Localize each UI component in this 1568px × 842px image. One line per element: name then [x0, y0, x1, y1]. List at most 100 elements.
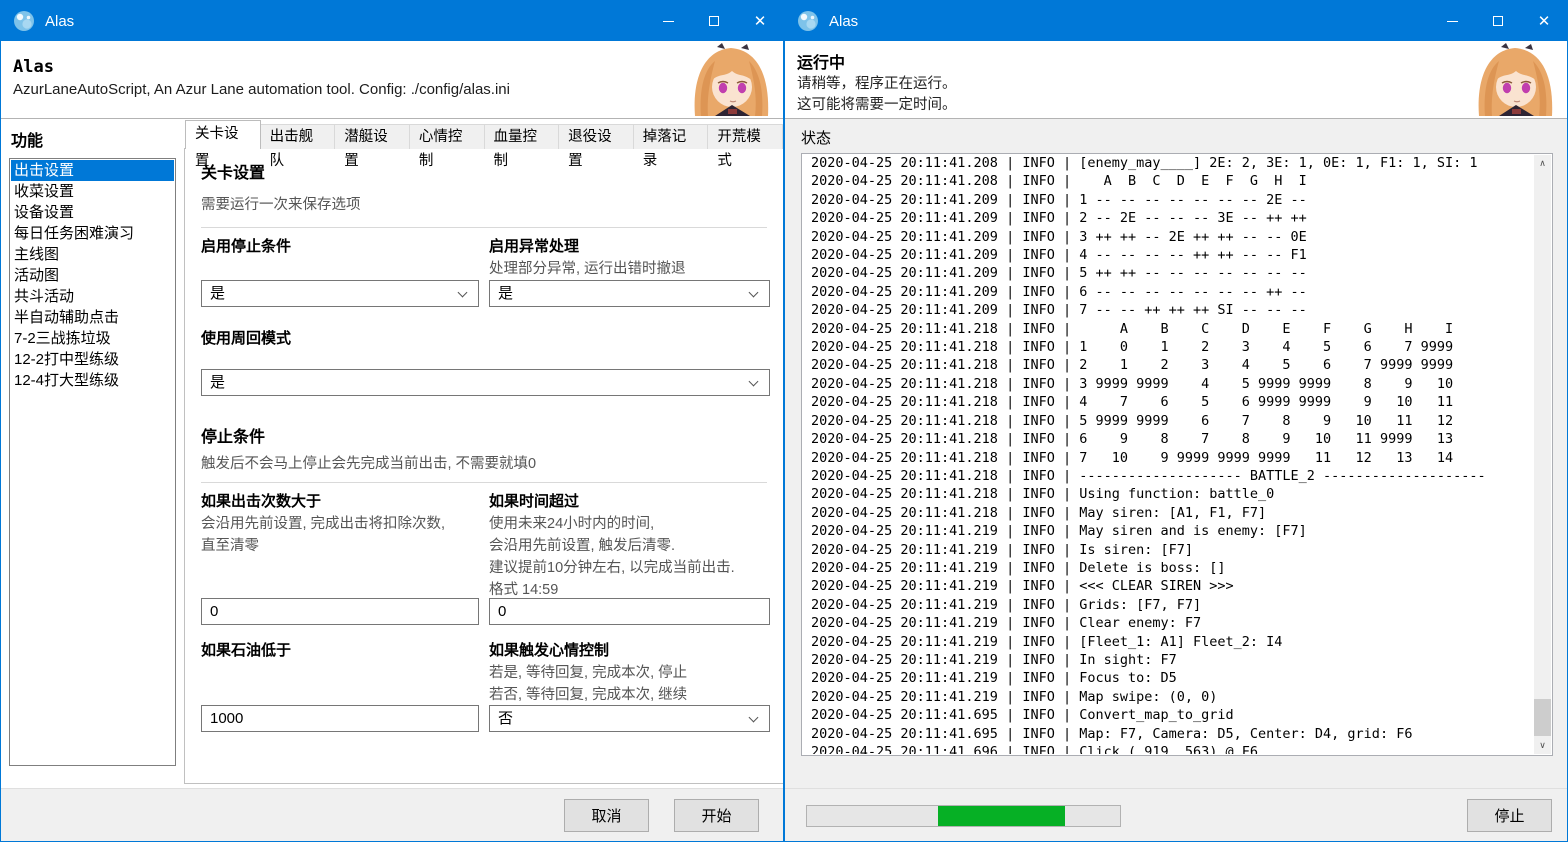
settings-window: Alas ✕ Alas AzurLaneAutoScript, An Azur …: [0, 0, 784, 842]
if-count-input[interactable]: [201, 598, 479, 625]
alas-logo-icon: [12, 9, 36, 33]
if-time-desc: 使用未来24小时内的时间, 会沿用先前设置, 触发后清零. 建议提前10分钟左右…: [489, 513, 770, 601]
maximize-icon: [1493, 16, 1503, 26]
sidebar-item[interactable]: 设备设置: [11, 202, 174, 223]
log-line: 2020-04-25 20:11:41.695 | INFO | Map: F7…: [811, 725, 1534, 743]
log-line: 2020-04-25 20:11:41.208 | INFO | A B C D…: [811, 172, 1534, 190]
close-icon: ✕: [754, 14, 767, 29]
sidebar-item[interactable]: 12-2打中型练级: [11, 349, 174, 370]
log-box: 2020-04-25 20:11:41.208 | INFO | [enemy_…: [801, 153, 1553, 756]
sidebar-item[interactable]: 7-2三战拣垃圾: [11, 328, 174, 349]
cancel-button[interactable]: 取消: [564, 799, 649, 832]
log-line: 2020-04-25 20:11:41.218 | INFO | Using f…: [811, 485, 1534, 503]
sidebar-item[interactable]: 半自动辅助点击: [11, 307, 174, 328]
sidebar-item[interactable]: 12-4打大型练级: [11, 370, 174, 391]
running-title: 运行中: [797, 49, 845, 73]
maximize-icon: [709, 16, 719, 26]
app-title: Alas: [13, 57, 54, 77]
scroll-down-icon[interactable]: ∨: [1534, 737, 1551, 754]
window-title: Alas: [45, 13, 645, 30]
minimize-button[interactable]: [645, 1, 691, 41]
log-line: 2020-04-25 20:11:41.218 | INFO | 6 9 8 7…: [811, 430, 1534, 448]
sidebar-item[interactable]: 共斗活动: [11, 286, 174, 307]
log-line: 2020-04-25 20:11:41.218 | INFO | -------…: [811, 467, 1534, 485]
enable-exception-select[interactable]: 是: [489, 280, 770, 307]
close-icon: ✕: [1538, 14, 1551, 29]
log-line: 2020-04-25 20:11:41.219 | INFO | Map swi…: [811, 688, 1534, 706]
function-list[interactable]: 出击设置收菜设置设备设置每日任务困难演习主线图活动图共斗活动半自动辅助点击7-2…: [9, 158, 176, 766]
tab[interactable]: 血量控制: [484, 124, 560, 149]
panel-subtitle: 需要运行一次来保存选项: [201, 193, 361, 214]
status-label: 状态: [801, 127, 831, 148]
loop-mode-value: 是: [210, 374, 225, 391]
scrollbar-thumb[interactable]: [1534, 699, 1551, 736]
scroll-up-icon[interactable]: ∧: [1534, 155, 1551, 172]
app-header: 运行中 请稍等，程序正在运行。 这可能将需要一定时间。: [785, 41, 1567, 119]
log-line: 2020-04-25 20:11:41.218 | INFO | 1 0 1 2…: [811, 338, 1534, 356]
maximize-button[interactable]: [691, 1, 737, 41]
log-line: 2020-04-25 20:11:41.209 | INFO | 5 ++ ++…: [811, 264, 1534, 282]
log-line: 2020-04-25 20:11:41.219 | INFO | Delete …: [811, 559, 1534, 577]
log-line: 2020-04-25 20:11:41.218 | INFO | A B C D…: [811, 320, 1534, 338]
chevron-down-icon: [749, 713, 759, 723]
log-line: 2020-04-25 20:11:41.218 | INFO | May sir…: [811, 504, 1534, 522]
tab[interactable]: 掉落记录: [633, 124, 709, 149]
log-line: 2020-04-25 20:11:41.218 | INFO | 4 7 6 5…: [811, 393, 1534, 411]
minimize-button[interactable]: [1429, 1, 1475, 41]
if-count-label: 如果出击次数大于: [201, 490, 479, 511]
running-line1: 请稍等，程序正在运行。: [797, 72, 957, 93]
if-time-input[interactable]: [489, 598, 770, 625]
stop-button[interactable]: 停止: [1467, 799, 1552, 832]
log-line: 2020-04-25 20:11:41.209 | INFO | 6 -- --…: [811, 283, 1534, 301]
tab[interactable]: 心情控制: [409, 124, 485, 149]
log-line: 2020-04-25 20:11:41.218 | INFO | 2 1 2 3…: [811, 356, 1534, 374]
enable-exception-value: 是: [498, 285, 513, 302]
log-line: 2020-04-25 20:11:41.209 | INFO | 7 -- --…: [811, 301, 1534, 319]
tab-bar: 关卡设置出击舰队潜艇设置心情控制血量控制退役设置掉落记录开荒模式: [185, 120, 783, 149]
if-emotion-select[interactable]: 否: [489, 705, 770, 732]
sidebar-item[interactable]: 收菜设置: [11, 181, 174, 202]
log-line: 2020-04-25 20:11:41.695 | INFO | Convert…: [811, 706, 1534, 724]
chevron-down-icon: [749, 377, 759, 387]
tab[interactable]: 出击舰队: [260, 124, 336, 149]
tab[interactable]: 潜艇设置: [334, 124, 410, 149]
log-line: 2020-04-25 20:11:41.219 | INFO | [Fleet_…: [811, 633, 1534, 651]
settings-panel: 关卡设置 需要运行一次来保存选项 启用停止条件 启用异常处理 处理部分异常, 运…: [184, 148, 784, 784]
tab[interactable]: 开荒模式: [707, 124, 783, 149]
loop-mode-label: 使用周回模式: [201, 327, 479, 348]
tab[interactable]: 关卡设置: [185, 120, 261, 149]
stop-condition-title: 停止条件: [201, 423, 479, 447]
log-scrollbar[interactable]: ∧ ∨: [1534, 155, 1551, 754]
log-line: 2020-04-25 20:11:41.218 | INFO | 7 10 9 …: [811, 449, 1534, 467]
if-oil-label: 如果石油低于: [201, 639, 479, 660]
tab[interactable]: 退役设置: [558, 124, 634, 149]
maximize-button[interactable]: [1475, 1, 1521, 41]
panel-title: 关卡设置: [201, 159, 265, 183]
avatar: [1473, 43, 1558, 116]
if-emotion-label: 如果触发心情控制: [489, 639, 770, 660]
log-output[interactable]: 2020-04-25 20:11:41.208 | INFO | [enemy_…: [803, 154, 1534, 754]
if-oil-input[interactable]: [201, 705, 479, 732]
window-title: Alas: [829, 13, 1429, 30]
close-button[interactable]: ✕: [737, 1, 783, 41]
sidebar-item[interactable]: 出击设置: [11, 160, 174, 181]
enable-exception-label: 启用异常处理: [489, 235, 770, 256]
progress-fill: [938, 806, 1065, 826]
log-line: 2020-04-25 20:11:41.219 | INFO | Is sire…: [811, 541, 1534, 559]
enable-stop-select[interactable]: 是: [201, 280, 479, 307]
sidebar-item[interactable]: 活动图: [11, 265, 174, 286]
if-count-desc: 会沿用先前设置, 完成出击将扣除次数, 直至清零: [201, 513, 479, 557]
log-line: 2020-04-25 20:11:41.219 | INFO | Focus t…: [811, 669, 1534, 687]
if-time-label: 如果时间超过: [489, 490, 770, 511]
start-button[interactable]: 开始: [674, 799, 759, 832]
log-line: 2020-04-25 20:11:41.219 | INFO | May sir…: [811, 522, 1534, 540]
alas-logo-icon: [796, 9, 820, 33]
close-button[interactable]: ✕: [1521, 1, 1567, 41]
running-line2: 这可能将需要一定时间。: [797, 93, 957, 114]
log-line: 2020-04-25 20:11:41.209 | INFO | 1 -- --…: [811, 191, 1534, 209]
loop-mode-select[interactable]: 是: [201, 369, 770, 396]
log-line: 2020-04-25 20:11:41.218 | INFO | 5 9999 …: [811, 412, 1534, 430]
sidebar-heading: 功能: [11, 127, 43, 151]
sidebar-item[interactable]: 每日任务困难演习: [11, 223, 174, 244]
sidebar-item[interactable]: 主线图: [11, 244, 174, 265]
